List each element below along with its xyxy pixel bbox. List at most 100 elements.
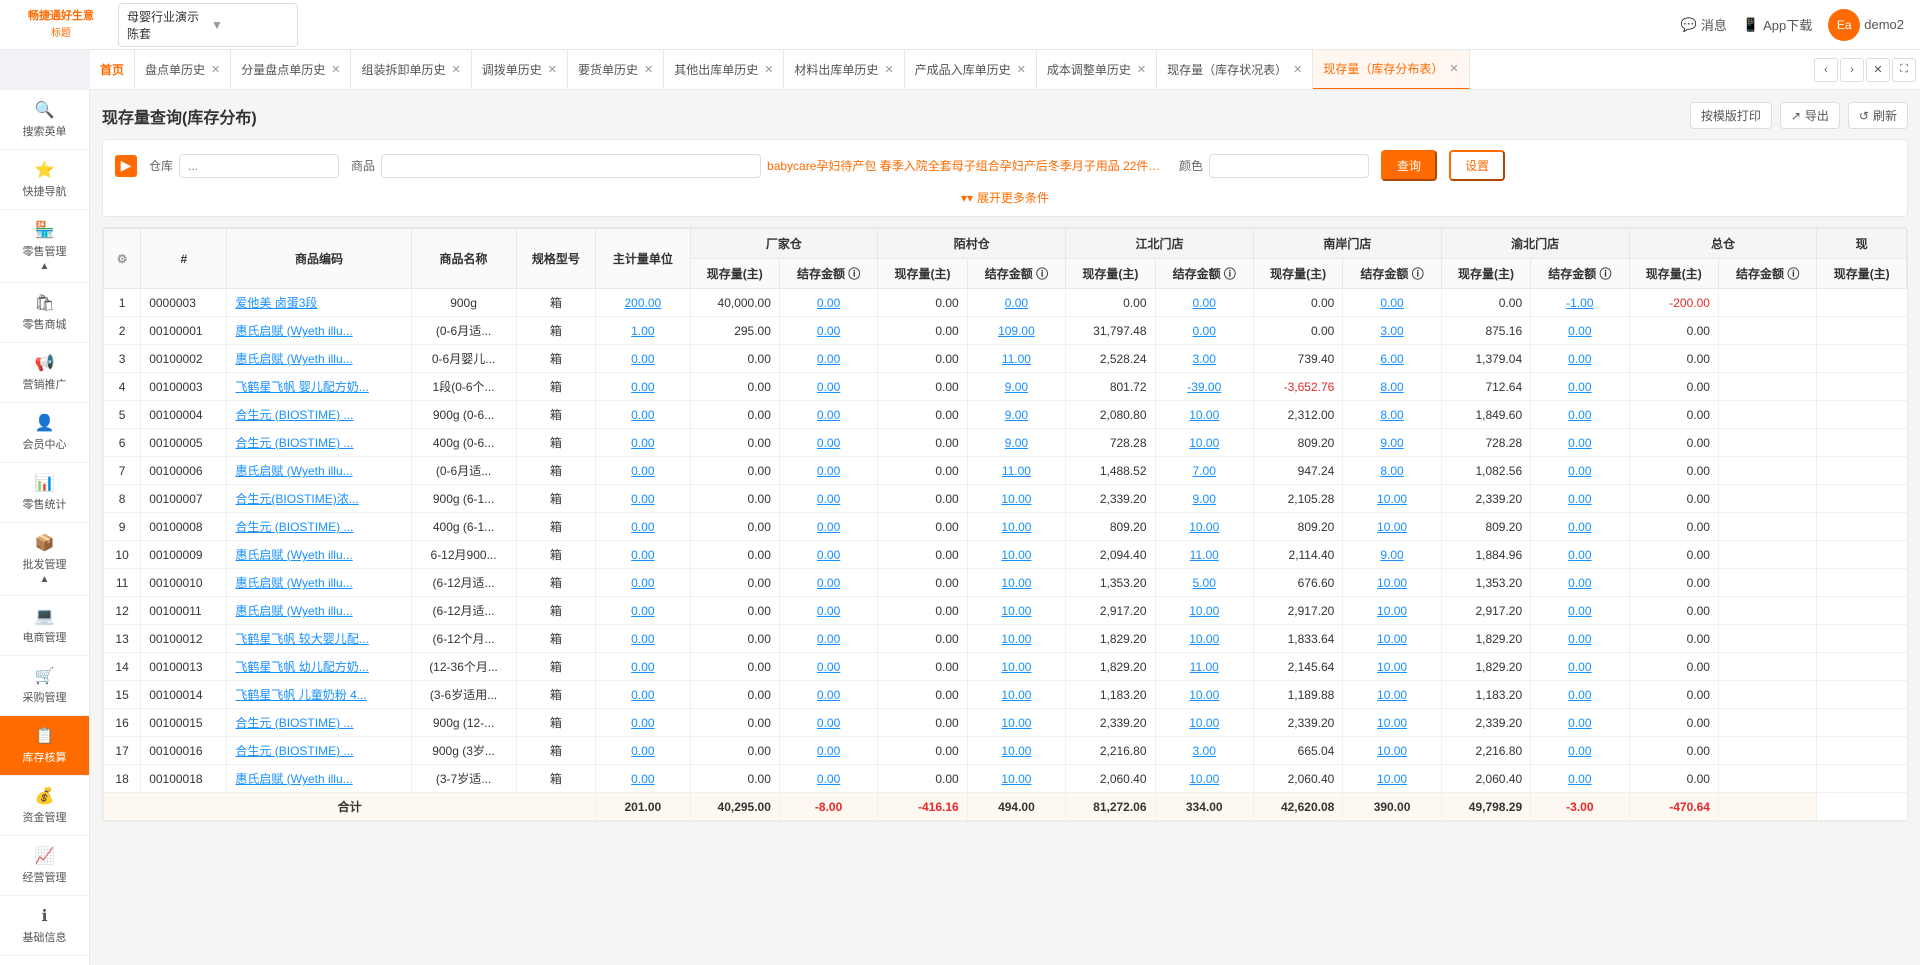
cell-jb-stock[interactable]: 10.00 — [967, 737, 1065, 765]
cell-f-stock[interactable]: 0.00 — [596, 653, 690, 681]
sidebar-item-retail-stat[interactable]: 📊 零售统计 — [0, 463, 89, 523]
cell-jb-stock[interactable]: 10.00 — [967, 625, 1065, 653]
cell-na-stock[interactable]: 3.00 — [1155, 345, 1253, 373]
cell-yb-stock[interactable]: 10.00 — [1343, 513, 1441, 541]
sidebar-item-wholesale[interactable]: 📦 批发管理 ▲ — [0, 523, 89, 596]
tab-scroll-right[interactable]: › — [1840, 58, 1864, 82]
cell-yb-stock[interactable]: 9.00 — [1343, 429, 1441, 457]
tab-tab2[interactable]: 分量盘点单历史✕ — [231, 50, 351, 90]
cell-f-stock[interactable]: 0.00 — [596, 709, 690, 737]
sidebar-item-search[interactable]: 🔍 搜索英单 — [0, 90, 89, 150]
cell-na-stock[interactable]: 3.00 — [1155, 737, 1253, 765]
cell-yb-stock[interactable]: 10.00 — [1343, 597, 1441, 625]
cell-o-stock[interactable]: 0.00 — [779, 625, 877, 653]
cell-jb-stock[interactable]: 10.00 — [967, 709, 1065, 737]
sidebar-item-purchase[interactable]: 🛒 采购管理 — [0, 656, 89, 716]
sidebar-item-shortcut[interactable]: ⭐ 快捷导航 — [0, 150, 89, 210]
tab-tab4[interactable]: 调拨单历史✕ — [472, 50, 568, 90]
company-selector[interactable]: 母婴行业演示陈套 ▼ — [118, 3, 298, 47]
cell-o-stock[interactable]: 0.00 — [779, 317, 877, 345]
cell-f-stock[interactable]: 0.00 — [596, 429, 690, 457]
sidebar-item-retail-mgr[interactable]: 🏪 零售管理 ▲ — [0, 210, 89, 283]
cell-o-stock[interactable]: 0.00 — [779, 653, 877, 681]
cell-name[interactable]: 飞鹤星飞帆 儿童奶粉 4... — [227, 681, 411, 709]
sidebar-item-system[interactable]: ⚙ 系统管理 — [0, 956, 89, 965]
cell-jb-stock[interactable]: 10.00 — [967, 569, 1065, 597]
tab-close-icon[interactable]: ✕ — [884, 63, 893, 76]
tab-close-icon[interactable]: ✕ — [1293, 63, 1302, 76]
cell-o-stock[interactable]: 0.00 — [779, 569, 877, 597]
cell-yb-stock[interactable]: 10.00 — [1343, 653, 1441, 681]
cell-o-stock[interactable]: 0.00 — [779, 429, 877, 457]
cell-name[interactable]: 飞鹤星飞帆 幼儿配方奶... — [227, 653, 411, 681]
cell-yb-stock[interactable]: 10.00 — [1343, 765, 1441, 793]
tab-close-icon[interactable]: ✕ — [211, 63, 220, 76]
th-settings[interactable]: ⚙ — [104, 229, 141, 289]
cell-name[interactable]: 合生元 (BIOSTIME) ... — [227, 737, 411, 765]
cell-t-stock[interactable]: 0.00 — [1531, 513, 1629, 541]
cell-t-stock[interactable]: 0.00 — [1531, 709, 1629, 737]
cell-na-stock[interactable]: 5.00 — [1155, 569, 1253, 597]
sidebar-item-basic[interactable]: ℹ 基础信息 — [0, 896, 89, 956]
cell-t-stock[interactable]: 0.00 — [1531, 765, 1629, 793]
cell-na-stock[interactable]: 11.00 — [1155, 541, 1253, 569]
cell-name[interactable]: 飞鹤星飞帆 婴儿配方奶... — [227, 373, 411, 401]
tab-close-icon[interactable]: ✕ — [1449, 62, 1458, 75]
cell-yb-stock[interactable]: 10.00 — [1343, 709, 1441, 737]
user-profile[interactable]: Ea demo2 — [1828, 9, 1904, 41]
cell-t-stock[interactable]: 0.00 — [1531, 541, 1629, 569]
cell-yb-stock[interactable]: 10.00 — [1343, 681, 1441, 709]
tab-fullscreen[interactable]: ⛶ — [1892, 58, 1916, 82]
tab-scroll-left[interactable]: ‹ — [1814, 58, 1838, 82]
cell-yb-stock[interactable]: 10.00 — [1343, 737, 1441, 765]
cell-na-stock[interactable]: 11.00 — [1155, 653, 1253, 681]
cell-f-stock[interactable]: 0.00 — [596, 737, 690, 765]
cell-o-stock[interactable]: 0.00 — [779, 485, 877, 513]
cell-t-stock[interactable]: 0.00 — [1531, 401, 1629, 429]
cell-yb-stock[interactable]: 8.00 — [1343, 373, 1441, 401]
tab-close-all[interactable]: ✕ — [1866, 58, 1890, 82]
cell-f-stock[interactable]: 0.00 — [596, 625, 690, 653]
cell-yb-stock[interactable]: 0.00 — [1343, 289, 1441, 317]
tab-home[interactable]: 首页 — [90, 50, 135, 90]
cell-jb-stock[interactable]: 9.00 — [967, 373, 1065, 401]
cell-jb-stock[interactable]: 10.00 — [967, 513, 1065, 541]
cell-t-stock[interactable]: 0.00 — [1531, 681, 1629, 709]
cell-f-stock[interactable]: 0.00 — [596, 345, 690, 373]
tab-tab11[interactable]: 现存量（库存分布表）✕ — [1313, 50, 1469, 90]
cell-na-stock[interactable]: 10.00 — [1155, 625, 1253, 653]
cell-jb-stock[interactable]: 10.00 — [967, 597, 1065, 625]
cell-name[interactable]: 合生元 (BIOSTIME) ... — [227, 513, 411, 541]
cell-na-stock[interactable]: 0.00 — [1155, 289, 1253, 317]
cell-t-stock[interactable]: 0.00 — [1531, 429, 1629, 457]
expand-conditions-btn[interactable]: ▾▾ 展开更多条件 — [961, 189, 1049, 206]
cell-name[interactable]: 惠氏启赋 (Wyeth illu... — [227, 597, 411, 625]
cell-jb-stock[interactable]: 109.00 — [967, 317, 1065, 345]
tab-close-icon[interactable]: ✕ — [452, 63, 461, 76]
cell-t-stock[interactable]: 0.00 — [1531, 345, 1629, 373]
print-btn[interactable]: 按模版打印 — [1690, 102, 1772, 129]
cell-jb-stock[interactable]: 10.00 — [967, 681, 1065, 709]
cell-name[interactable]: 惠氏启赋 (Wyeth illu... — [227, 569, 411, 597]
tab-tab10[interactable]: 现存量（库存状况表）✕ — [1157, 50, 1313, 90]
cell-name[interactable]: 合生元(BIOSTIME)浓... — [227, 485, 411, 513]
cell-name[interactable]: 合生元 (BIOSTIME) ... — [227, 709, 411, 737]
cell-t-stock[interactable]: 0.00 — [1531, 457, 1629, 485]
cell-jb-stock[interactable]: 10.00 — [967, 765, 1065, 793]
cell-o-stock[interactable]: 0.00 — [779, 457, 877, 485]
query-btn[interactable]: 查询 — [1381, 150, 1437, 181]
cell-na-stock[interactable]: 10.00 — [1155, 429, 1253, 457]
message-btn[interactable]: 💬 消息 — [1681, 15, 1727, 34]
cell-t-stock[interactable]: 0.00 — [1531, 737, 1629, 765]
cell-t-stock[interactable]: -1.00 — [1531, 289, 1629, 317]
cell-f-stock[interactable]: 0.00 — [596, 597, 690, 625]
cell-yb-stock[interactable]: 10.00 — [1343, 485, 1441, 513]
cell-o-stock[interactable]: 0.00 — [779, 737, 877, 765]
cell-f-stock[interactable]: 0.00 — [596, 485, 690, 513]
sidebar-item-retail-shop[interactable]: 🛍 零售商城 — [0, 283, 89, 343]
cell-na-stock[interactable]: 10.00 — [1155, 597, 1253, 625]
cell-na-stock[interactable]: 10.00 — [1155, 709, 1253, 737]
tab-close-icon[interactable]: ✕ — [1137, 63, 1146, 76]
color-input[interactable] — [1209, 154, 1369, 178]
sidebar-item-operation[interactable]: 📈 经营管理 — [0, 836, 89, 896]
